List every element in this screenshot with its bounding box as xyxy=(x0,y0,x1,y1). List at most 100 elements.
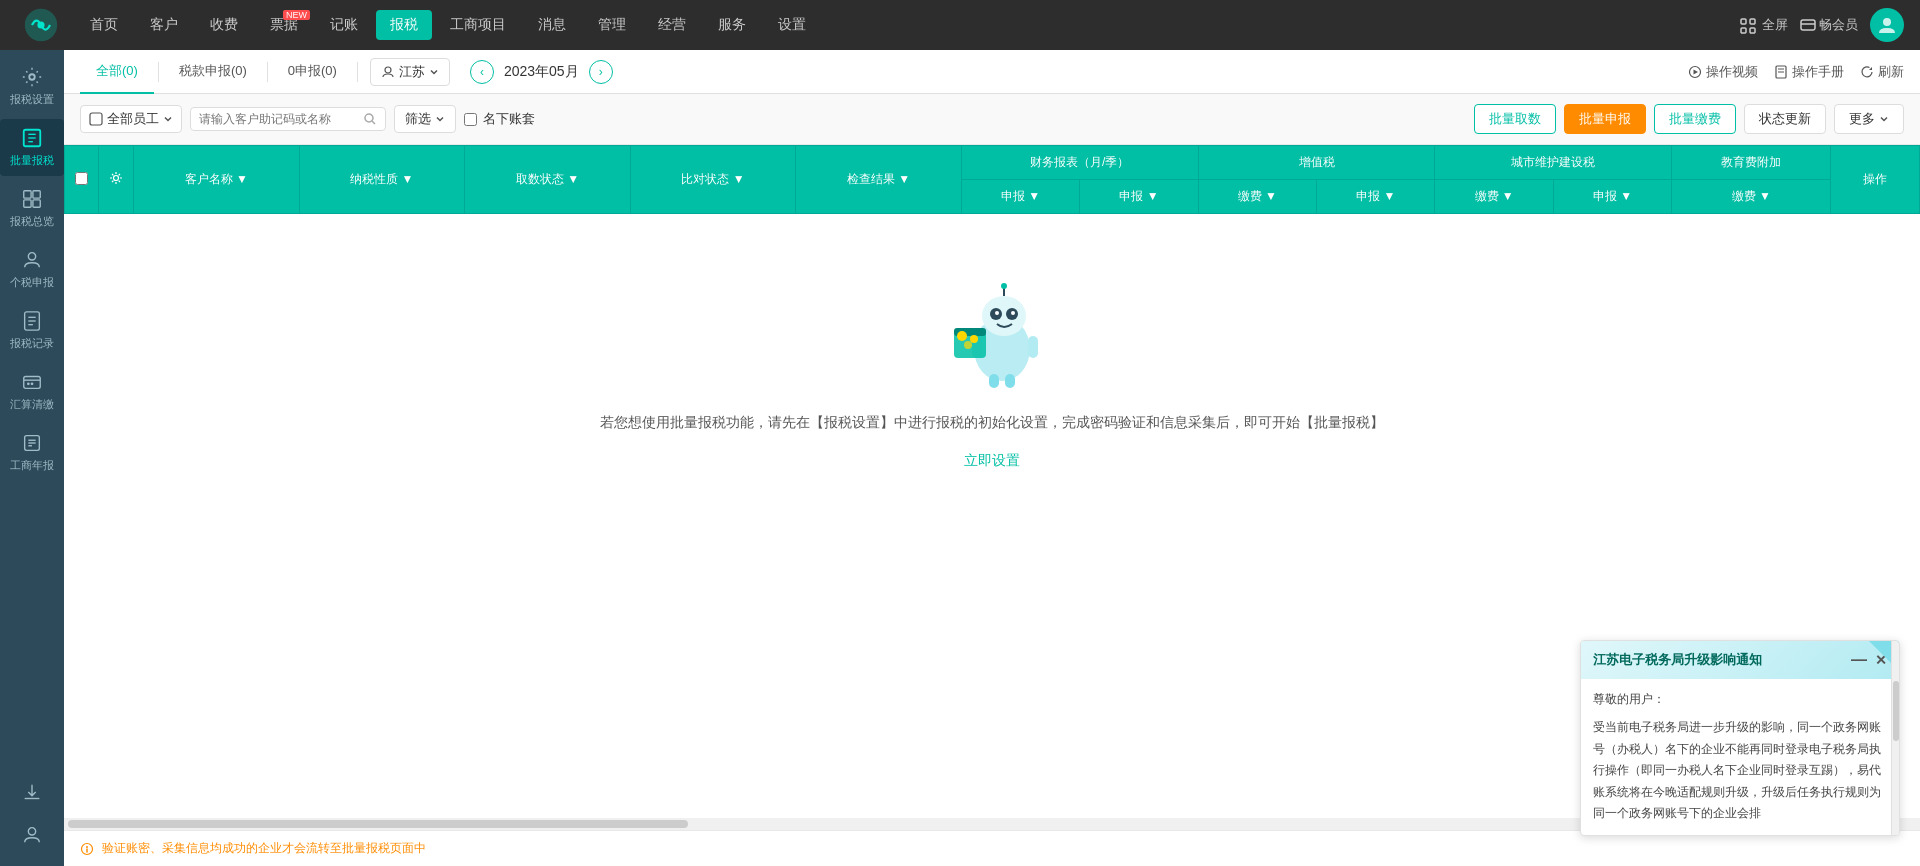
svg-point-41 xyxy=(114,176,119,181)
nav-business[interactable]: 工商项目 xyxy=(436,10,520,40)
batch-submit-button[interactable]: 批量申报 xyxy=(1564,104,1646,134)
vip-btn[interactable]: 畅会员 xyxy=(1800,16,1858,34)
setup-link[interactable]: 立即设置 xyxy=(964,452,1020,470)
svg-point-56 xyxy=(964,341,972,349)
sidebar-item-tax-overview[interactable]: 报税总览 xyxy=(0,180,64,237)
status-update-button[interactable]: 状态更新 xyxy=(1744,104,1826,134)
sidebar-item-settlement[interactable]: 汇算清缴 xyxy=(0,363,64,420)
tab-tax-declaration[interactable]: 税款申报(0) xyxy=(163,50,263,94)
next-month-button[interactable]: › xyxy=(589,60,613,84)
header-education-surcharge: 教育费附加 xyxy=(1672,146,1831,180)
refresh-icon xyxy=(1860,65,1874,79)
sidebar-item-tax-records[interactable]: 报税记录 xyxy=(0,302,64,359)
header-financial-report: 财务报表（月/季） xyxy=(961,146,1198,180)
svg-rect-6 xyxy=(1801,20,1815,30)
data-table: 客户名称 ▼ 纳税性质 ▼ 取数状态 ▼ 比对状态 ▼ 检查结果 ▼ 财务报表（… xyxy=(64,145,1920,510)
refresh-btn[interactable]: 刷新 xyxy=(1860,63,1904,81)
fullscreen-btn[interactable]: 全屏 xyxy=(1740,16,1788,34)
operation-manual-btn[interactable]: 操作手册 xyxy=(1774,63,1844,81)
header-city-declaration: 申报 ▼ xyxy=(1317,180,1435,214)
tab-right-actions: 操作视频 操作手册 刷新 xyxy=(1688,63,1904,81)
user-icon xyxy=(381,65,395,79)
employee-select-label: 全部员工 xyxy=(107,110,159,128)
notification-scroll-thumb[interactable] xyxy=(1893,681,1899,741)
notification-panel: 江苏电子税务局升级影响通知 — ✕ 尊敬的用户： 受当前电子税务局进一步升级的影… xyxy=(1580,640,1900,836)
svg-point-18 xyxy=(28,253,35,260)
notification-scrollbar[interactable] xyxy=(1891,641,1899,835)
bottom-bar-text: 验证账密、采集信息均成功的企业才会流转至批量报税页面中 xyxy=(102,840,426,857)
tab-all[interactable]: 全部(0) xyxy=(80,50,154,94)
empty-state: 若您想使用批量报税功能，请先在【报税设置】中进行报税的初始化设置，完成密码验证和… xyxy=(65,214,1920,510)
header-gear-col xyxy=(99,146,134,214)
tab-divider-1 xyxy=(158,62,159,82)
top-navigation: 首页 客户 收费 票据 NEW 记账 报税 工商项目 消息 管理 经营 服务 设… xyxy=(0,0,1920,50)
svg-rect-4 xyxy=(1741,28,1746,33)
nav-operation[interactable]: 经营 xyxy=(644,10,700,40)
nav-settings[interactable]: 设置 xyxy=(764,10,820,40)
header-vat-payment: 缴费 ▼ xyxy=(1198,180,1316,214)
batch-pay-button[interactable]: 批量缴费 xyxy=(1654,104,1736,134)
avatar[interactable] xyxy=(1870,8,1904,42)
sidebar-label-annual-report: 工商年报 xyxy=(10,458,54,473)
operation-video-btn[interactable]: 操作视频 xyxy=(1688,63,1758,81)
notification-close-btn[interactable]: ✕ xyxy=(1875,652,1887,668)
sidebar-item-user-settings[interactable] xyxy=(0,816,64,854)
sidebar-item-individual-tax[interactable]: 个税申报 xyxy=(0,241,64,298)
nav-tax[interactable]: 报税 xyxy=(376,10,432,40)
notification-minimize-btn[interactable]: — xyxy=(1851,652,1867,668)
empty-robot-illustration xyxy=(932,274,1052,394)
scroll-thumb[interactable] xyxy=(68,820,688,828)
nav-home[interactable]: 首页 xyxy=(76,10,132,40)
svg-point-31 xyxy=(28,828,35,835)
batch-fetch-button[interactable]: 批量取数 xyxy=(1474,104,1556,134)
svg-point-9 xyxy=(29,74,35,80)
nav-fee[interactable]: 收费 xyxy=(196,10,252,40)
svg-marker-34 xyxy=(1694,69,1699,74)
header-vat: 增值税 xyxy=(1198,146,1435,180)
nav-customer[interactable]: 客户 xyxy=(136,10,192,40)
svg-rect-14 xyxy=(24,191,31,198)
nav-service[interactable]: 服务 xyxy=(704,10,760,40)
select-all-checkbox[interactable] xyxy=(75,172,88,185)
more-button[interactable]: 更多 xyxy=(1834,104,1904,134)
filter-chevron-icon xyxy=(435,114,445,124)
nav-ticket[interactable]: 票据 NEW xyxy=(256,10,312,40)
header-financial-declaration: 申报 ▼ xyxy=(961,180,1079,214)
province-selector[interactable]: 江苏 xyxy=(370,58,450,86)
svg-rect-16 xyxy=(24,200,31,207)
nav-accounting[interactable]: 记账 xyxy=(316,10,372,40)
employee-selector[interactable]: 全部员工 xyxy=(80,105,182,133)
svg-rect-58 xyxy=(1005,374,1015,388)
header-customer-name: 客户名称 ▼ xyxy=(134,146,300,214)
sidebar-label-batch-tax: 批量报税 xyxy=(10,153,54,168)
sidebar-item-batch-tax[interactable]: 批量报税 xyxy=(0,119,64,176)
svg-point-47 xyxy=(1011,311,1015,315)
tab-zero-declaration[interactable]: 0申报(0) xyxy=(272,50,353,94)
svg-point-43 xyxy=(982,296,1026,336)
account-checkbox[interactable] xyxy=(464,113,477,126)
account-checkbox-text: 名下账套 xyxy=(483,110,535,128)
search-input[interactable] xyxy=(199,112,359,126)
sidebar-item-tax-settings[interactable]: 报税设置 xyxy=(0,58,64,115)
nav-message[interactable]: 消息 xyxy=(524,10,580,40)
tab-bar: 全部(0) 税款申报(0) 0申报(0) 江苏 xyxy=(64,50,1920,94)
account-checkbox-label[interactable]: 名下账套 xyxy=(464,110,535,128)
header-edu-payment: 缴费 ▼ xyxy=(1672,180,1831,214)
employee-icon xyxy=(89,112,103,126)
column-settings-icon[interactable] xyxy=(109,171,123,185)
sidebar-item-download[interactable] xyxy=(0,774,64,812)
sidebar-label-tax-records: 报税记录 xyxy=(10,336,54,351)
sidebar-label-settlement: 汇算清缴 xyxy=(10,397,54,412)
svg-point-55 xyxy=(970,335,978,343)
vip-label: 畅会员 xyxy=(1819,16,1858,34)
svg-rect-23 xyxy=(24,377,41,389)
nav-manage[interactable]: 管理 xyxy=(584,10,640,40)
sidebar-item-annual-report[interactable]: 工商年报 xyxy=(0,424,64,481)
prev-month-button[interactable]: ‹ xyxy=(470,60,494,84)
sidebar-label-tax-overview: 报税总览 xyxy=(10,214,54,229)
filter-button[interactable]: 筛选 xyxy=(394,105,456,133)
header-fetch-status: 取数状态 ▼ xyxy=(465,146,631,214)
search-icon[interactable] xyxy=(363,112,377,126)
sidebar-bottom xyxy=(0,774,64,866)
svg-rect-51 xyxy=(1028,336,1038,358)
